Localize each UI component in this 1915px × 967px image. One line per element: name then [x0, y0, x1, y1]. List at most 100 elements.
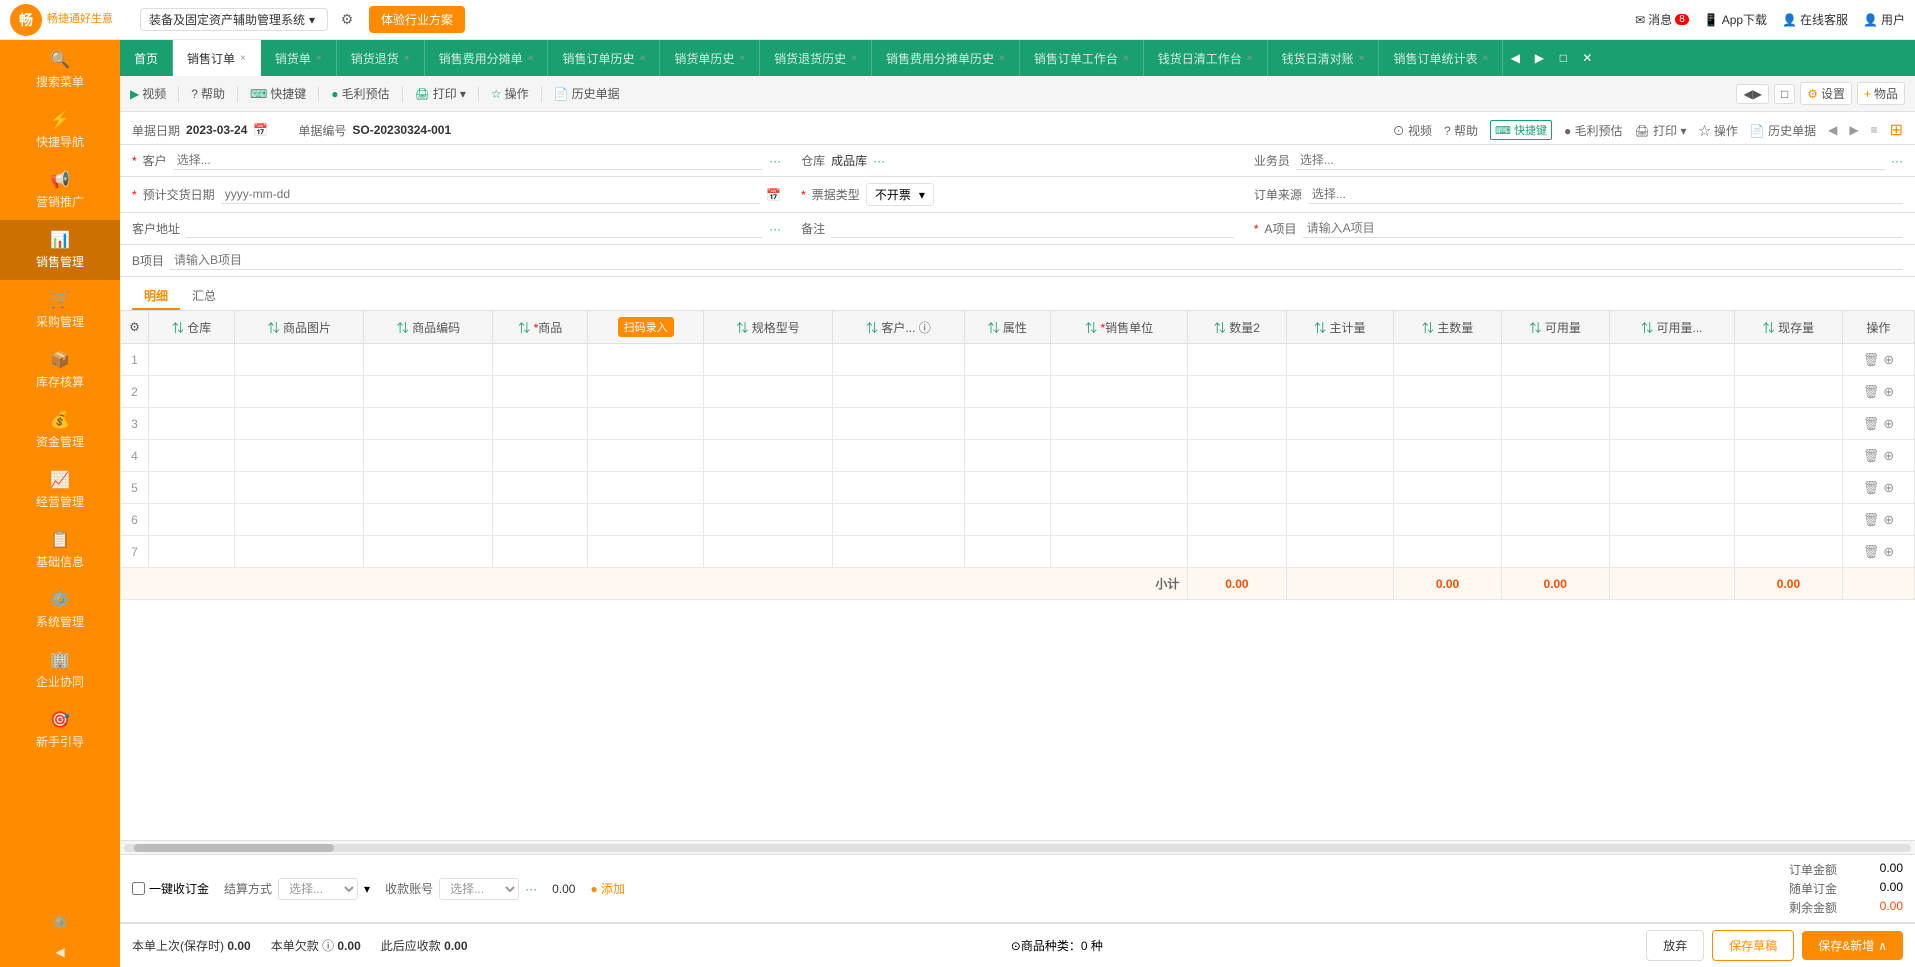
sidebar-item-enterprise[interactable]: 🏢 企业协同 — [0, 640, 120, 700]
invoice-select[interactable]: 不开票 ▾ — [866, 183, 934, 206]
tab-close-icon[interactable]: × — [404, 53, 410, 64]
action-btn[interactable]: ☆ 操作 — [1698, 122, 1737, 139]
tab-return-history[interactable]: 销货退货历史 × — [760, 40, 872, 76]
warehouse-more-icon[interactable]: ··· — [873, 154, 885, 168]
tab-order-workbench[interactable]: 销售订单工作台 × — [1020, 40, 1144, 76]
tab-close-icon[interactable]: × — [851, 53, 857, 64]
table-wrapper[interactable]: ⚙ ⇅ 仓库 ⇅ 商品图片 ⇅ 商品编码 ⇅ *商品 扫码录入 ⇅ 规格型号 ⇅… — [120, 310, 1915, 840]
tab-sales-return[interactable]: 销货退货 × — [337, 40, 425, 76]
tab-close-icon[interactable]: × — [316, 53, 322, 64]
tab-summary[interactable]: 汇总 — [180, 283, 228, 310]
payment-method-select[interactable]: 选择... — [278, 878, 358, 900]
sidebar-settings-button[interactable]: ⚙️ — [0, 907, 120, 937]
tab-next-button[interactable]: ▶ — [1527, 40, 1551, 76]
sidebar-item-quick[interactable]: ⚡ 快捷导航 — [0, 100, 120, 160]
tab-sales-fee[interactable]: 销售费用分摊单 × — [425, 40, 549, 76]
view-btn[interactable]: ⊙ 视频 — [1393, 122, 1432, 139]
copy-icon[interactable]: ⊕ — [1883, 512, 1894, 528]
toolbar-shortcut[interactable]: ⌨ 快捷键 — [250, 85, 306, 102]
copy-icon[interactable]: ⊕ — [1883, 384, 1894, 400]
save-draft-button[interactable]: 保存草稿 — [1712, 930, 1794, 961]
app-download-button[interactable]: 📱 App下载 — [1704, 11, 1767, 28]
tab-close-icon[interactable]: × — [639, 53, 645, 64]
copy-icon[interactable]: ⊕ — [1883, 480, 1894, 496]
order-source-input[interactable] — [1308, 185, 1903, 204]
delivery-date-input[interactable] — [221, 185, 760, 204]
tab-close-icon[interactable]: × — [999, 53, 1005, 64]
sidebar-item-purchase[interactable]: 🛒 采购管理 — [0, 280, 120, 340]
system-selector[interactable]: 装备及固定资产辅助管理系统 ▾ — [140, 8, 328, 31]
th-settings[interactable]: ⚙ — [121, 311, 149, 344]
prev-btn[interactable]: ◀ — [1828, 123, 1837, 137]
customer-input[interactable] — [173, 151, 763, 170]
toolbar-print[interactable]: 🖨 打印 ▾ — [415, 85, 466, 102]
sidebar-item-guide[interactable]: 🎯 新手引导 — [0, 700, 120, 760]
sidebar-item-marketing[interactable]: 📢 营销推广 — [0, 160, 120, 220]
delivery-calendar-icon[interactable]: 📅 — [766, 188, 781, 202]
next-btn[interactable]: ▶ — [1849, 123, 1858, 137]
sidebar-item-search[interactable]: 🔍 搜索菜单 — [0, 40, 120, 100]
delete-icon[interactable]: 🗑 — [1863, 512, 1880, 528]
tab-close-icon[interactable]: × — [1482, 53, 1488, 64]
tab-sales-order[interactable]: 销售订单 × — [173, 40, 261, 76]
discard-button[interactable]: 放弃 — [1646, 930, 1704, 961]
tab-close-icon[interactable]: × — [528, 53, 534, 64]
delete-icon[interactable]: 🗑 — [1863, 352, 1880, 368]
user-button[interactable]: 👤 用户 — [1863, 11, 1905, 28]
tab-order-history[interactable]: 销售订单历史 × — [548, 40, 660, 76]
online-service-button[interactable]: 👤 在线客服 — [1782, 11, 1848, 28]
toolbar-help[interactable]: ? 帮助 — [191, 85, 225, 102]
tab-sales-list[interactable]: 销货单 × — [261, 40, 337, 76]
th-scan[interactable]: 扫码录入 — [588, 311, 704, 344]
address-input[interactable] — [186, 219, 763, 238]
copy-icon[interactable]: ⊕ — [1883, 448, 1894, 464]
copy-icon[interactable]: ⊕ — [1883, 416, 1894, 432]
industry-button[interactable]: 体验行业方案 — [369, 6, 465, 33]
save-new-button[interactable]: 保存&新增 ∧ — [1802, 931, 1903, 960]
shortcut-btn[interactable]: ⌨ 快捷键 — [1490, 120, 1552, 140]
grid-view-btn[interactable]: ⊞ — [1890, 120, 1903, 140]
print-btn[interactable]: 🖨 打印 ▾ — [1635, 122, 1687, 139]
sidebar-item-finance[interactable]: 💰 资金管理 — [0, 400, 120, 460]
messages-button[interactable]: ✉ 消息 8 — [1635, 11, 1689, 28]
copy-icon[interactable]: ⊕ — [1883, 352, 1894, 368]
tab-close-icon[interactable]: × — [739, 53, 745, 64]
memo-input[interactable] — [831, 219, 1234, 238]
delete-icon[interactable]: 🗑 — [1863, 480, 1880, 496]
toolbar-goods-btn[interactable]: + 物品 — [1857, 82, 1905, 105]
toolbar-video[interactable]: ▶ 视频 — [130, 85, 166, 102]
tab-close-icon[interactable]: × — [1247, 53, 1253, 64]
profit-estimate-btn[interactable]: ● 毛利预估 — [1564, 122, 1623, 139]
payment-account-select[interactable]: 选择... — [439, 878, 519, 900]
history-doc-btn[interactable]: 📄 历史单据 — [1750, 122, 1816, 139]
scan-button[interactable]: 扫码录入 — [618, 317, 674, 337]
payment-checkbox[interactable] — [132, 882, 145, 895]
tab-daily-workbench[interactable]: 钱货日清工作台 × — [1144, 40, 1268, 76]
toolbar-profit[interactable]: ● 毛利预估 — [331, 85, 389, 102]
tab-detail[interactable]: 明细 — [132, 283, 180, 310]
tab-close-icon[interactable]: × — [240, 53, 246, 64]
sidebar-item-inventory[interactable]: 📦 库存核算 — [0, 340, 120, 400]
staff-input[interactable] — [1296, 151, 1885, 170]
a-project-input[interactable] — [1303, 219, 1903, 238]
account-more-icon[interactable]: ··· — [525, 882, 537, 896]
toolbar-setup-btn[interactable]: ⚙ 设置 — [1800, 82, 1852, 105]
toolbar-expand-btn[interactable]: □ — [1774, 84, 1795, 104]
calendar-icon[interactable]: 📅 — [253, 123, 268, 137]
scroll-track[interactable] — [124, 844, 1911, 852]
tab-home[interactable]: 首页 — [120, 40, 173, 76]
sidebar-item-basic[interactable]: 📋 基础信息 — [0, 520, 120, 580]
tab-prev-button[interactable]: ◀ — [1503, 40, 1527, 76]
tab-order-stats[interactable]: 销售订单统计表 × — [1379, 40, 1503, 76]
delete-icon[interactable]: 🗑 — [1863, 544, 1880, 560]
payment-checkbox-label[interactable]: 一键收订金 — [132, 880, 209, 897]
customer-more-icon[interactable]: ··· — [769, 154, 781, 168]
list-view-btn[interactable]: ≡ — [1871, 123, 1878, 137]
help-btn[interactable]: ? 帮助 — [1444, 122, 1478, 139]
toolbar-action[interactable]: ☆ 操作 — [491, 85, 529, 102]
address-more-icon[interactable]: ··· — [769, 222, 781, 236]
delete-icon[interactable]: 🗑 — [1863, 448, 1880, 464]
tab-daily-reconcile[interactable]: 钱货日清对账 × — [1268, 40, 1380, 76]
tab-sales-history[interactable]: 销货单历史 × — [660, 40, 760, 76]
tab-close-all-button[interactable]: ✕ — [1575, 40, 1599, 76]
